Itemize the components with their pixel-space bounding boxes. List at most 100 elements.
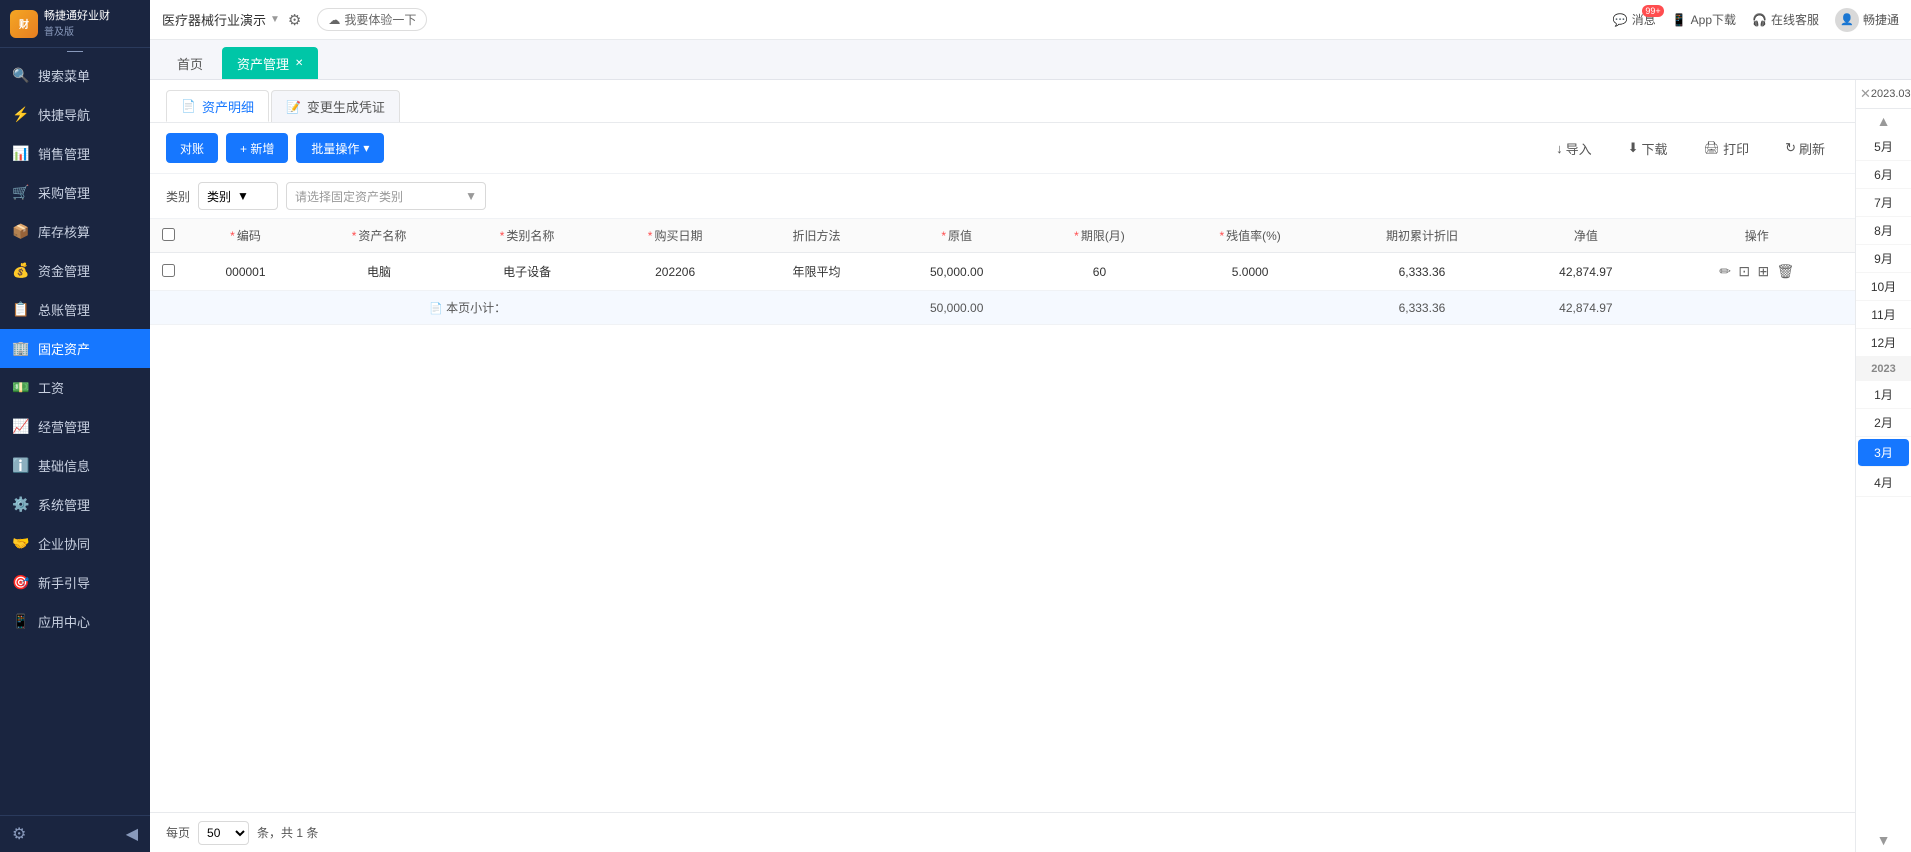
- required-mark-category: *: [500, 229, 505, 243]
- required-mark-original_value: *: [941, 229, 946, 243]
- col-header-category: *类别名称: [453, 219, 601, 253]
- sidebar-label-salary: 工资: [38, 378, 64, 397]
- experience-button[interactable]: ☁ 我要体验一下: [317, 8, 427, 31]
- topbar: 医疗器械行业演示 ▼ ⚙ ☁ 我要体验一下 💬 消息 99+ 📱 App下载 🎧…: [150, 0, 1911, 40]
- sidebar-label-operations: 经营管理: [38, 417, 90, 436]
- calendar-month-9月[interactable]: 9月: [1856, 245, 1911, 273]
- toolbar-right: ↓ 导入 ⬇ 下载 🖨 打印 ↻ 刷新: [1542, 133, 1839, 163]
- sidebar-item-guide[interactable]: 🎯 新手引导: [0, 563, 150, 602]
- print-button[interactable]: 🖨 打印: [1690, 133, 1764, 163]
- reconcile-button[interactable]: 对账: [166, 133, 218, 163]
- category-filter-label: 类别: [166, 188, 190, 205]
- calendar-scroll-up[interactable]: ▲: [1856, 109, 1911, 133]
- settings-gear-icon[interactable]: ⚙: [288, 11, 301, 29]
- sidebar-item-enterprise[interactable]: 🤝 企业协同: [0, 524, 150, 563]
- required-mark-name: *: [352, 229, 357, 243]
- download-icon: 📱: [1672, 13, 1687, 27]
- category-type-select[interactable]: 类别 ▼: [198, 182, 278, 210]
- row-checkbox-0[interactable]: [162, 264, 175, 277]
- asset-table-wrap: *编码*资产名称*类别名称*购买日期折旧方法*原值*期限(月)*残值率(%)期初…: [150, 219, 1855, 812]
- calendar-months: 5月6月7月8月9月10月11月12月20231月2月3月4月: [1856, 133, 1911, 828]
- download-label: 下载: [1642, 139, 1668, 158]
- sidebar-item-operations[interactable]: 📈 经营管理: [0, 407, 150, 446]
- logo-icon: 财: [10, 10, 38, 38]
- import-button[interactable]: ↓ 导入: [1542, 133, 1606, 163]
- sidebar-item-search[interactable]: 🔍 搜索菜单: [0, 56, 150, 95]
- batch-button[interactable]: 批量操作 ▾: [296, 133, 384, 163]
- sidebar-item-sales[interactable]: 📊 销售管理: [0, 134, 150, 173]
- company-selector[interactable]: 医疗器械行业演示 ▼: [162, 10, 280, 29]
- calendar-month-5月[interactable]: 5月: [1856, 133, 1911, 161]
- app-download-button[interactable]: 📱 App下载: [1672, 11, 1736, 28]
- collapse-icon[interactable]: ◀: [126, 824, 138, 844]
- edit-button-0[interactable]: ✏: [1717, 261, 1733, 282]
- message-icon: 💬: [1613, 13, 1628, 27]
- filter-row: 类别 类别 ▼ 请选择固定资产类别 ▼: [150, 174, 1855, 219]
- tab-asset-mgmt[interactable]: 资产管理 ✕: [222, 47, 318, 79]
- calendar-month-3月[interactable]: 3月: [1858, 439, 1909, 467]
- required-mark-purchase_date: *: [648, 229, 653, 243]
- calendar-month-8月[interactable]: 8月: [1856, 217, 1911, 245]
- sidebar-item-system[interactable]: ⚙️ 系统管理: [0, 485, 150, 524]
- calendar-month-2月[interactable]: 2月: [1856, 409, 1911, 437]
- cell-accumulated_depreciation-0: 6,333.36: [1331, 253, 1513, 291]
- download-button[interactable]: ⬇ 下载: [1614, 133, 1682, 163]
- refresh-icon: ↻: [1785, 140, 1796, 156]
- subtab-asset-detail[interactable]: 📄 资产明细: [166, 90, 269, 122]
- calendar-month-6月[interactable]: 6月: [1856, 161, 1911, 189]
- sidebar-item-salary[interactable]: 💵 工资: [0, 368, 150, 407]
- more-button-0[interactable]: ⊞: [1755, 261, 1771, 282]
- sidebar: 财 畅捷通好业财 普及版 🔍 搜索菜单 ⚡ 快捷导航 📊 销售管理 🛒 采购管理…: [0, 0, 150, 852]
- tab-label-asset-mgmt: 资产管理: [237, 54, 289, 73]
- calendar-month-11月[interactable]: 11月: [1856, 301, 1911, 329]
- per-page-label: 每页: [166, 824, 190, 841]
- subtab-change-voucher[interactable]: 📝 变更生成凭证: [271, 90, 400, 122]
- sidebar-item-basic-info[interactable]: ℹ️ 基础信息: [0, 446, 150, 485]
- tab-close-asset-mgmt[interactable]: ✕: [295, 58, 303, 69]
- col-header-purchase_date: *购买日期: [601, 219, 749, 253]
- subtotal-net-value: 42,874.97: [1513, 291, 1658, 325]
- sidebar-item-purchase[interactable]: 🛒 采购管理: [0, 173, 150, 212]
- experience-label: 我要体验一下: [344, 11, 416, 28]
- sidebar-item-quick-nav[interactable]: ⚡ 快捷导航: [0, 95, 150, 134]
- sidebar-item-funds[interactable]: 💰 资金管理: [0, 251, 150, 290]
- sidebar-label-enterprise: 企业协同: [38, 534, 90, 553]
- copy-button-0[interactable]: ⊡: [1736, 261, 1752, 282]
- calendar-scroll-down[interactable]: ▼: [1856, 828, 1911, 852]
- messages-button[interactable]: 💬 消息 99+: [1613, 11, 1656, 28]
- refresh-label: 刷新: [1799, 139, 1825, 158]
- online-service-button[interactable]: 🎧 在线客服: [1752, 11, 1819, 28]
- category-value-select[interactable]: 请选择固定资产类别 ▼: [286, 182, 486, 210]
- calendar-month-7月[interactable]: 7月: [1856, 189, 1911, 217]
- user-menu[interactable]: 👤 畅捷通: [1835, 8, 1899, 32]
- avatar: 👤: [1835, 8, 1859, 32]
- subtab-row: 📄 资产明细 📝 变更生成凭证: [150, 80, 1855, 123]
- refresh-button[interactable]: ↻ 刷新: [1771, 133, 1839, 163]
- pagination: 每页 102050100 条，共 1 条: [150, 812, 1855, 852]
- calendar-close-icon[interactable]: ✕: [1860, 86, 1871, 102]
- sidebar-item-fixed-assets[interactable]: 🏢 固定资产: [0, 329, 150, 368]
- tab-home[interactable]: 首页: [162, 47, 218, 79]
- calendar-month-1月[interactable]: 1月: [1856, 381, 1911, 409]
- category-arrow-icon: ▼: [465, 189, 477, 203]
- sidebar-item-inventory[interactable]: 📦 库存核算: [0, 212, 150, 251]
- sidebar-label-guide: 新手引导: [38, 573, 90, 592]
- settings-icon[interactable]: ⚙: [12, 824, 26, 844]
- calendar-year-header: 2023: [1856, 357, 1911, 381]
- select-all-checkbox[interactable]: [162, 228, 175, 241]
- subtab-label-asset-detail: 资产明细: [202, 97, 254, 116]
- subtab-label-change-voucher: 变更生成凭证: [307, 97, 385, 116]
- calendar-month-4月[interactable]: 4月: [1856, 469, 1911, 497]
- calendar-month-10月[interactable]: 10月: [1856, 273, 1911, 301]
- sidebar-label-system: 系统管理: [38, 495, 90, 514]
- calendar-month-12月[interactable]: 12月: [1856, 329, 1911, 357]
- per-page-select[interactable]: 102050100: [198, 821, 249, 845]
- new-button[interactable]: + 新增: [226, 133, 288, 163]
- delete-button-0[interactable]: 🗑: [1775, 261, 1797, 282]
- sidebar-item-general-ledger[interactable]: 📋 总账管理: [0, 290, 150, 329]
- col-header-period: *期限(月): [1029, 219, 1169, 253]
- sidebar-item-apps[interactable]: 📱 应用中心: [0, 602, 150, 641]
- col-header-code: *编码: [186, 219, 305, 253]
- logo-text: 畅捷通好业财: [44, 9, 110, 23]
- sidebar-icon-search: 🔍: [12, 67, 30, 85]
